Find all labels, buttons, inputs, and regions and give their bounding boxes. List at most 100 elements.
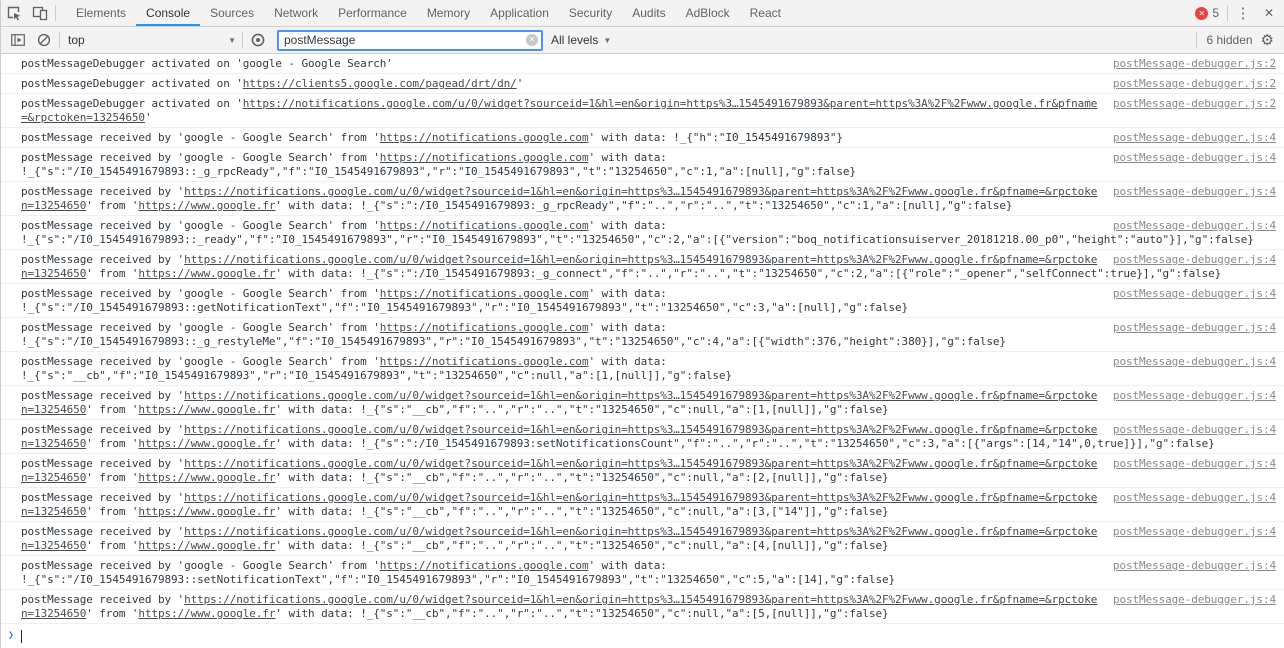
source-location-link[interactable]: postMessage-debugger.js:2	[1113, 57, 1276, 71]
console-message: postMessage-debugger.js:4 postMessage rec…	[1, 216, 1284, 250]
source-location-link[interactable]: postMessage-debugger.js:4	[1113, 559, 1276, 573]
tab-performance[interactable]: Performance	[328, 0, 417, 26]
console-toolbar: top ▼ ✕ All levels ▼ 6 hidden ⚙	[1, 27, 1284, 54]
source-location-link[interactable]: postMessage-debugger.js:4	[1113, 253, 1276, 267]
console-message: postMessage-debugger.js:4 postMessage rec…	[1, 318, 1284, 352]
source-location-link[interactable]: postMessage-debugger.js:4	[1113, 525, 1276, 539]
live-expression-eye-icon[interactable]	[245, 27, 271, 53]
divider	[1227, 5, 1228, 21]
console-prompt-row[interactable]: ❯	[1, 624, 1284, 647]
message-url-link[interactable]: https://www.google.fr	[138, 607, 275, 620]
console-message: postMessage-debugger.js:4 postMessage rec…	[1, 454, 1284, 488]
console-message: postMessage-debugger.js:4 postMessage rec…	[1, 128, 1284, 148]
tab-application[interactable]: Application	[480, 0, 559, 26]
console-message: postMessage-debugger.js:4 postMessage rec…	[1, 590, 1284, 624]
tab-react[interactable]: React	[740, 0, 791, 26]
kebab-menu-icon[interactable]: ⋮	[1230, 0, 1256, 26]
error-count-badge[interactable]: ✕ 5	[1189, 6, 1225, 20]
message-url-link[interactable]: https://notifications.google.com	[380, 355, 589, 368]
log-levels-select[interactable]: All levels ▼	[543, 33, 619, 47]
divider	[59, 32, 60, 48]
tab-security[interactable]: Security	[559, 0, 622, 26]
inspect-element-icon[interactable]	[1, 0, 27, 26]
console-message: postMessage-debugger.js:2 postMessageDebu…	[1, 54, 1284, 74]
source-location-link[interactable]: postMessage-debugger.js:4	[1113, 389, 1276, 403]
message-url-link[interactable]: https://notifications.google.com	[380, 559, 589, 572]
source-location-link[interactable]: postMessage-debugger.js:4	[1113, 185, 1276, 199]
console-message: postMessage-debugger.js:4 postMessage rec…	[1, 522, 1284, 556]
tab-audits[interactable]: Audits	[622, 0, 675, 26]
divider	[242, 32, 243, 48]
devtools-window: Elements Console Sources Network Performance…	[0, 0, 1284, 648]
tab-network[interactable]: Network	[264, 0, 328, 26]
source-location-link[interactable]: postMessage-debugger.js:2	[1113, 97, 1276, 111]
tab-adblock[interactable]: AdBlock	[676, 0, 740, 26]
tab-sources[interactable]: Sources	[200, 0, 264, 26]
clear-console-icon[interactable]	[31, 27, 57, 53]
message-url-link[interactable]: https://notifications.google.com	[380, 219, 589, 232]
message-url-link[interactable]: https://www.google.fr	[138, 437, 275, 450]
console-message: postMessage-debugger.js:4 postMessage rec…	[1, 556, 1284, 590]
devtools-tabbar: Elements Console Sources Network Performance…	[1, 0, 1284, 27]
source-location-link[interactable]: postMessage-debugger.js:4	[1113, 355, 1276, 369]
message-url-link[interactable]: https://www.google.fr	[138, 505, 275, 518]
message-url-link[interactable]: https://www.google.fr	[138, 403, 275, 416]
console-message: postMessage-debugger.js:4 postMessage rec…	[1, 352, 1284, 386]
console-message: postMessage-debugger.js:4 postMessage rec…	[1, 148, 1284, 182]
console-sidebar-icon[interactable]	[5, 27, 31, 53]
text-caret	[20, 629, 22, 643]
tab-console[interactable]: Console	[136, 0, 201, 26]
source-location-link[interactable]: postMessage-debugger.js:4	[1113, 593, 1276, 607]
hidden-count: 6 hidden	[1206, 33, 1253, 47]
source-location-link[interactable]: postMessage-debugger.js:4	[1113, 287, 1276, 301]
console-message: postMessage-debugger.js:4 postMessage rec…	[1, 386, 1284, 420]
console-message: postMessage-debugger.js:4 postMessage rec…	[1, 420, 1284, 454]
message-url-link[interactable]: https://notifications.google.com	[380, 151, 589, 164]
log-levels-value: All levels	[551, 33, 599, 47]
message-url-link[interactable]: https://notifications.google.com	[380, 131, 589, 144]
console-message: postMessage-debugger.js:4 postMessage rec…	[1, 284, 1284, 318]
source-location-link[interactable]: postMessage-debugger.js:2	[1113, 77, 1276, 91]
tab-memory[interactable]: Memory	[417, 0, 480, 26]
divider	[55, 5, 56, 21]
device-toolbar-icon[interactable]	[27, 0, 53, 26]
console-message: postMessage-debugger.js:4 postMessage rec…	[1, 182, 1284, 216]
source-location-link[interactable]: postMessage-debugger.js:4	[1113, 151, 1276, 165]
tab-strip: Elements Console Sources Network Performance…	[66, 0, 791, 26]
chevron-down-icon: ▼	[228, 35, 236, 45]
console-message: postMessage-debugger.js:4 postMessage rec…	[1, 488, 1284, 522]
close-icon[interactable]: ✕	[1256, 0, 1282, 26]
console-message: postMessage-debugger.js:4 postMessage rec…	[1, 250, 1284, 284]
source-location-link[interactable]: postMessage-debugger.js:4	[1113, 457, 1276, 471]
message-url-link[interactable]: https://www.google.fr	[138, 199, 275, 212]
console-message: postMessage-debugger.js:2 postMessageDebu…	[1, 94, 1284, 128]
message-url-link[interactable]: https://www.google.fr	[138, 539, 275, 552]
source-location-link[interactable]: postMessage-debugger.js:4	[1113, 491, 1276, 505]
console-message: postMessage-debugger.js:2 postMessageDebu…	[1, 74, 1284, 94]
message-url-link[interactable]: https://clients5.google.com/pagead/drt/d…	[243, 77, 517, 90]
source-location-link[interactable]: postMessage-debugger.js:4	[1113, 131, 1276, 145]
source-location-link[interactable]: postMessage-debugger.js:4	[1113, 219, 1276, 233]
toolbar-right: 6 hidden ⚙	[1194, 27, 1281, 53]
console-messages: postMessage-debugger.js:2 postMessageDebu…	[1, 54, 1284, 624]
console-prompt-icon: ❯	[8, 630, 14, 641]
message-url-link[interactable]: https://notifications.google.com/u/0/wid…	[21, 97, 1097, 124]
filter-field: ✕	[277, 29, 543, 51]
error-count: 5	[1212, 6, 1219, 20]
error-icon: ✕	[1195, 6, 1209, 20]
source-location-link[interactable]: postMessage-debugger.js:4	[1113, 321, 1276, 335]
frame-context-select[interactable]: top ▼	[62, 31, 240, 49]
chevron-down-icon: ▼	[603, 35, 612, 45]
message-url-link[interactable]: https://www.google.fr	[138, 471, 275, 484]
filter-input[interactable]	[277, 29, 543, 51]
source-location-link[interactable]: postMessage-debugger.js:4	[1113, 423, 1276, 437]
console-area: postMessage-debugger.js:2 postMessageDebu…	[1, 54, 1284, 648]
tabbar-right: ✕ 5 ⋮ ✕	[1189, 0, 1284, 26]
message-url-link[interactable]: https://www.google.fr	[138, 267, 275, 280]
message-url-link[interactable]: https://notifications.google.com	[380, 287, 589, 300]
clear-filter-icon[interactable]: ✕	[526, 33, 538, 46]
divider	[1195, 32, 1197, 48]
console-settings-gear-icon[interactable]: ⚙	[1261, 31, 1280, 49]
message-url-link[interactable]: https://notifications.google.com	[380, 321, 589, 334]
tab-elements[interactable]: Elements	[66, 0, 136, 26]
